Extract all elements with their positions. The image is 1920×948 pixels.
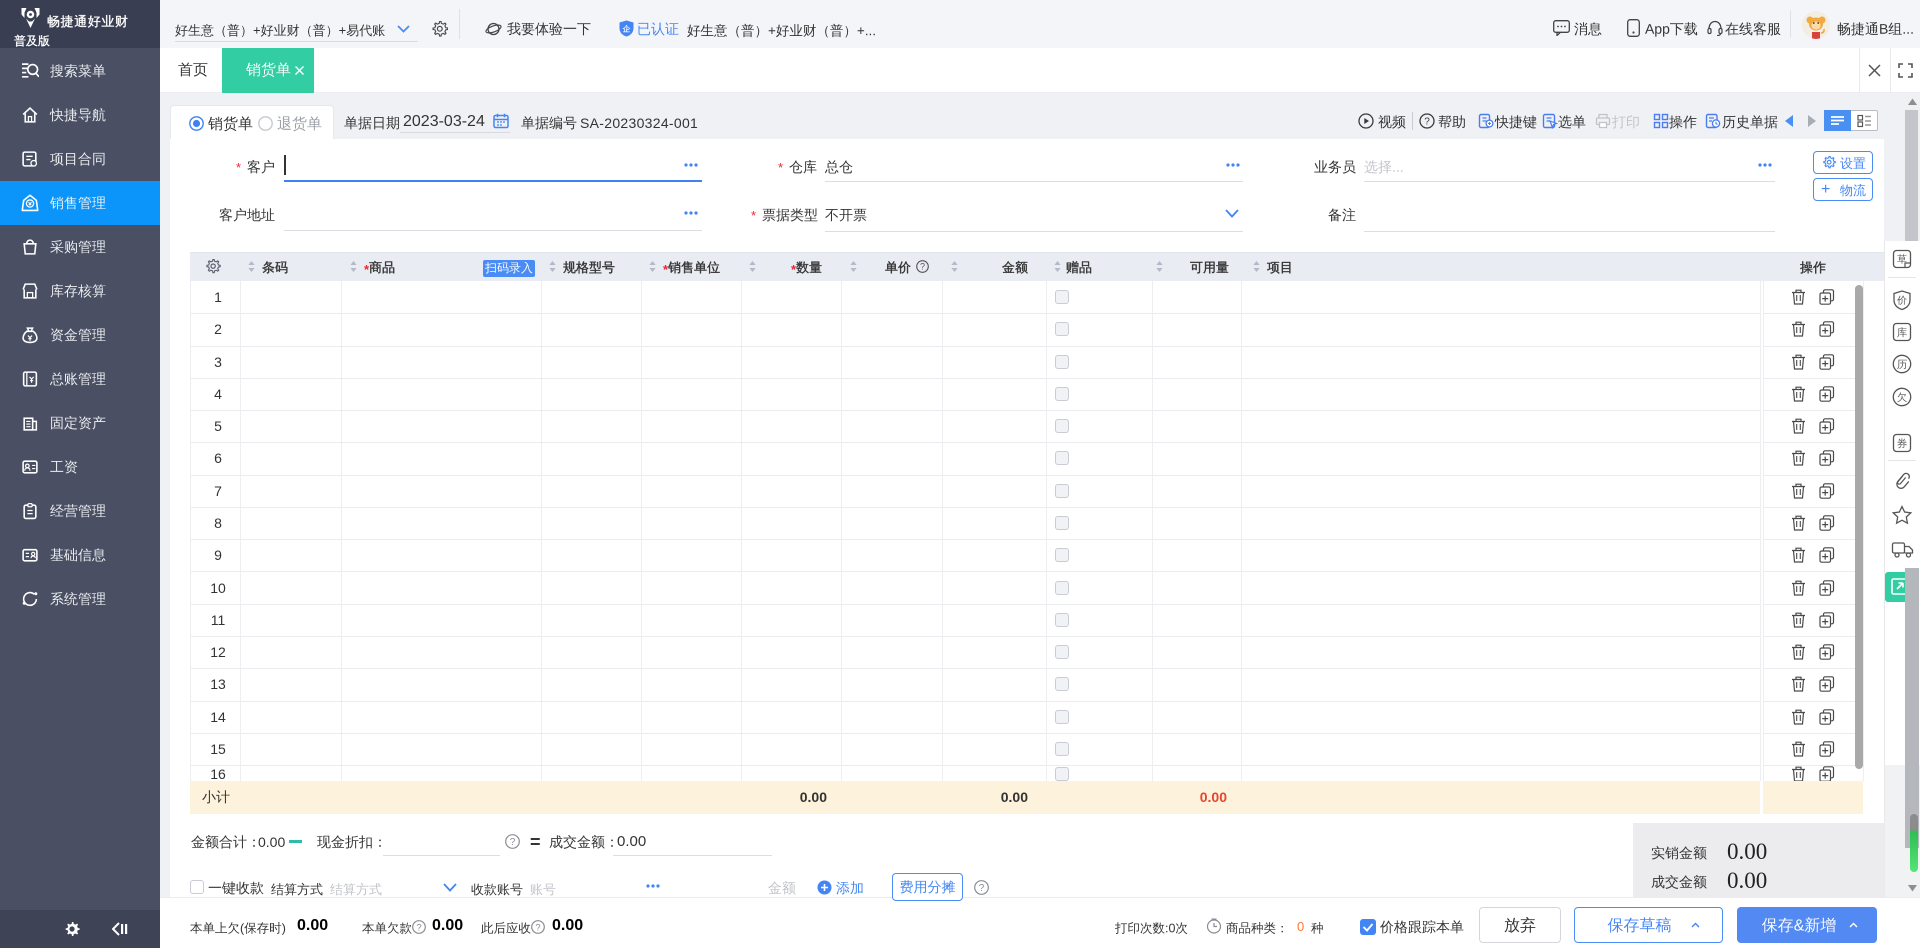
svg-text:?: ? (535, 922, 540, 933)
svg-text:?: ? (416, 922, 421, 933)
svg-text:?: ? (920, 262, 925, 272)
svg-text:?: ? (510, 837, 516, 848)
svg-text:?: ? (979, 883, 985, 894)
svg-text:?: ? (1424, 117, 1430, 128)
